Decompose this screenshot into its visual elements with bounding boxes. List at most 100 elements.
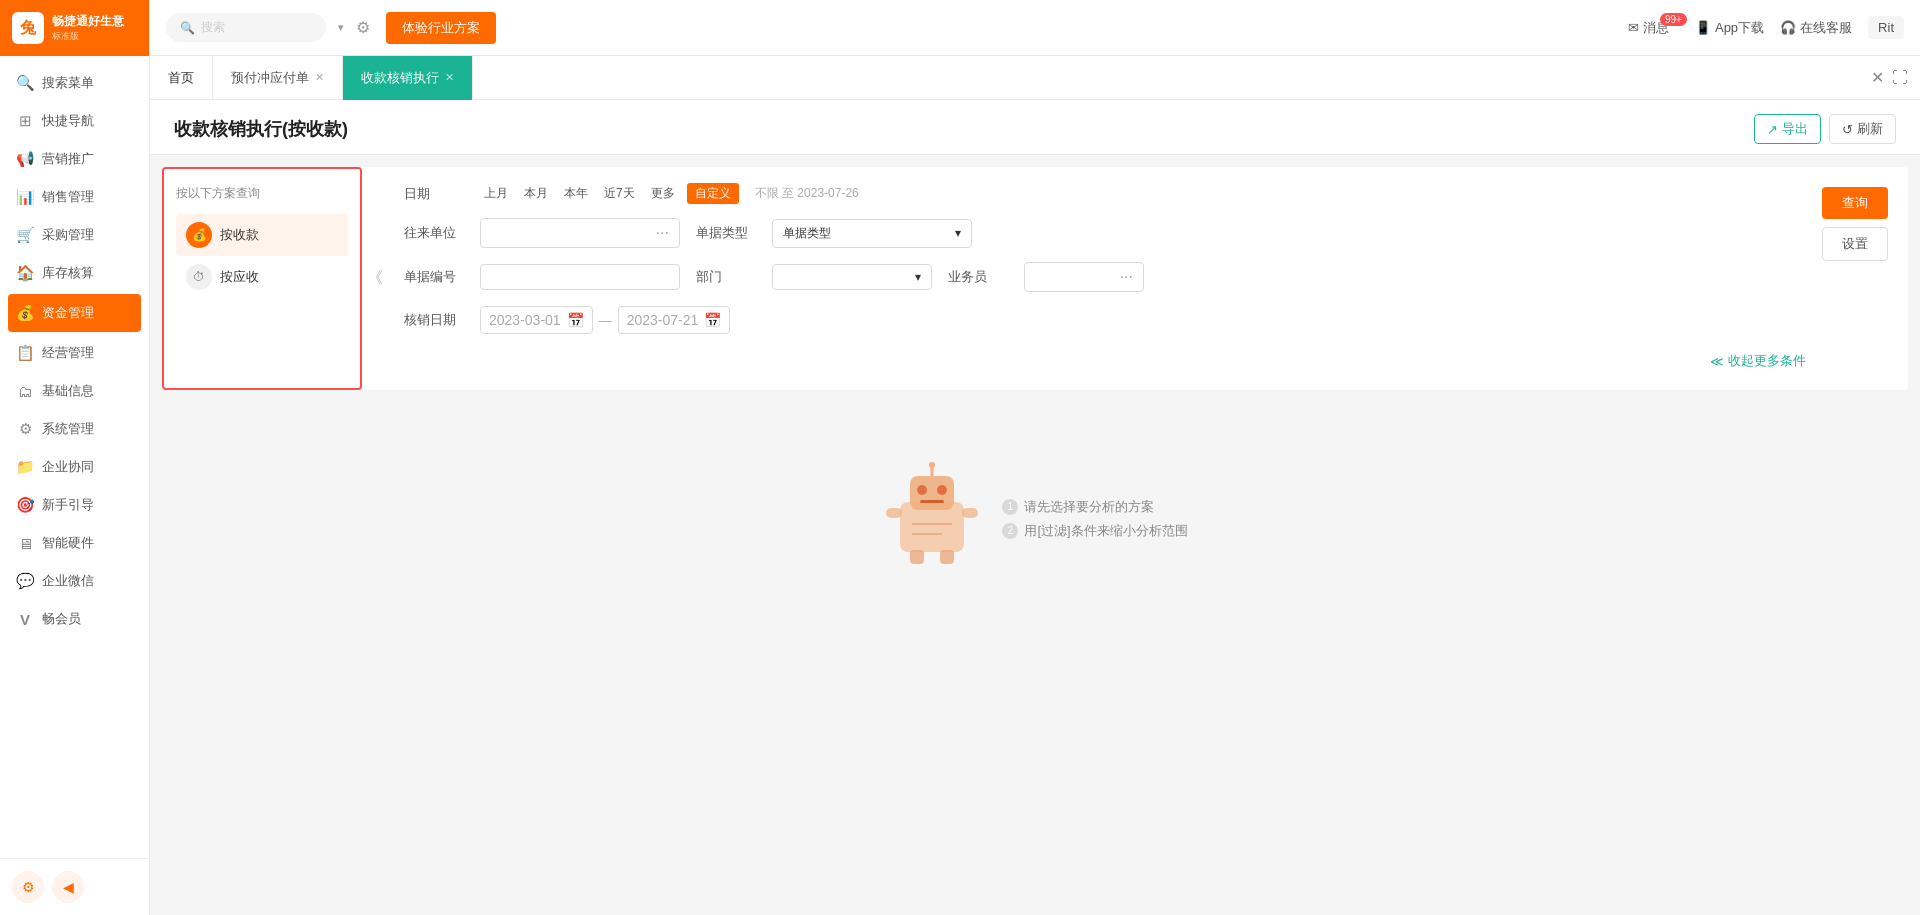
dept-select[interactable]: ▾ <box>772 264 932 290</box>
empty-tip-2: 2 用[过滤]条件来缩小分析范围 <box>1002 522 1187 540</box>
date-btn-custom[interactable]: 自定义 <box>687 183 739 204</box>
sidebar-logo: 兔 畅捷通好生意 标准版 <box>0 0 149 56</box>
sidebar-item-sales[interactable]: 📊 销售管理 <box>0 178 149 216</box>
topbar-search[interactable]: 🔍 搜索 <box>166 13 326 42</box>
empty-tips: 1 请先选择要分析的方案 2 用[过滤]条件来缩小分析范围 <box>1002 498 1187 540</box>
verify-date-range: 2023-03-01 📅 — 2023-07-21 📅 <box>480 306 730 334</box>
collapse-more-btn[interactable]: ≪ 收起更多条件 <box>404 348 1806 374</box>
svg-rect-4 <box>920 500 944 503</box>
collapse-icon: ≪ <box>1710 354 1724 369</box>
verify-date-start[interactable]: 2023-03-01 📅 <box>480 306 593 334</box>
sidebar-collapse-btn[interactable]: ◀ <box>52 871 84 903</box>
weixin-icon: 💬 <box>16 572 34 590</box>
dept-label: 部门 <box>696 268 756 286</box>
query-button[interactable]: 查询 <box>1822 187 1888 219</box>
refresh-icon: ↺ <box>1842 122 1853 137</box>
empty-tip-1: 1 请先选择要分析的方案 <box>1002 498 1187 516</box>
sidebar-item-business[interactable]: 📋 经营管理 <box>0 334 149 372</box>
tab-prepay-close[interactable]: ✕ <box>315 71 324 84</box>
sidebar-item-search[interactable]: 🔍 搜索菜单 <box>0 64 149 102</box>
verify-date-end[interactable]: 2023-07-21 📅 <box>618 306 731 334</box>
verify-date-label: 核销日期 <box>404 311 464 329</box>
filter-collapse-toggle[interactable]: 《 <box>366 167 384 390</box>
tab-maximize-icon[interactable]: ⛶ <box>1892 69 1908 87</box>
basic-icon: 🗂 <box>16 383 34 400</box>
finance-icon: 💰 <box>16 304 34 322</box>
filter-container: 按以下方案查询 💰 按收款 ⏱ 按应收 《 <box>162 167 1908 390</box>
partner-label: 往来单位 <box>404 224 464 242</box>
doctype-select[interactable]: 单据类型 ▾ <box>772 219 972 248</box>
tabbar: 首页 预付冲应付单 ✕ 收款核销执行 ✕ ✕ ⛶ <box>150 56 1920 100</box>
home-icon: ⊞ <box>16 112 34 130</box>
topbar-right: ✉ 消息 99+ 📱 App下载 🎧 在线客服 Rit <box>1628 16 1904 39</box>
docno-input[interactable] <box>480 264 680 290</box>
sidebar-item-inventory[interactable]: 🏠 库存核算 <box>0 254 149 292</box>
sidebar-item-marketing[interactable]: 📢 营销推广 <box>0 140 149 178</box>
topbar-message[interactable]: ✉ 消息 99+ <box>1628 19 1679 37</box>
sidebar-item-newbie[interactable]: 🎯 新手引导 <box>0 486 149 524</box>
page-title: 收款核销执行(按收款) <box>174 117 348 141</box>
topbar-online-service[interactable]: 🎧 在线客服 <box>1780 19 1852 37</box>
sidebar-settings-btn[interactable]: ⚙ <box>12 871 44 903</box>
sidebar-item-basic[interactable]: 🗂 基础信息 <box>0 372 149 410</box>
sidebar-item-quick[interactable]: ⊞ 快捷导航 <box>0 102 149 140</box>
app-icon: 📱 <box>1695 20 1711 35</box>
calendar-icon-end: 📅 <box>704 312 721 328</box>
page-header-actions: ↗ 导出 ↺ 刷新 <box>1754 114 1896 144</box>
tab-receipt-close[interactable]: ✕ <box>445 71 454 84</box>
by-receipt-icon: 💰 <box>186 222 212 248</box>
docno-label: 单据编号 <box>404 268 464 286</box>
calendar-icon: 📅 <box>567 312 584 328</box>
sidebar-bottom: ⚙ ◀ <box>0 858 149 915</box>
sidebar-item-weixin[interactable]: 💬 企业微信 <box>0 562 149 600</box>
filter-date-row: 日期 上月 本月 本年 近7天 更多 自定义 不限 至 2023-07-26 <box>404 183 1806 204</box>
topbar-app-download[interactable]: 📱 App下载 <box>1695 19 1764 37</box>
tab-prepay[interactable]: 预付冲应付单 ✕ <box>213 56 343 100</box>
by-receivable-icon: ⏱ <box>186 264 212 290</box>
business-icon: 📋 <box>16 344 34 362</box>
filter-docno-dept-row: 单据编号 部门 ▾ 业务员 ··· <box>404 262 1806 292</box>
dept-chevron-icon: ▾ <box>915 270 921 284</box>
date-btn-last-month[interactable]: 上月 <box>480 183 512 204</box>
sidebar-item-enterprise[interactable]: 📁 企业协同 <box>0 448 149 486</box>
date-btn-this-year[interactable]: 本年 <box>560 183 592 204</box>
topbar-gear-icon[interactable]: ⚙ <box>356 18 370 37</box>
marketing-icon: 📢 <box>16 150 34 168</box>
doctype-label: 单据类型 <box>696 224 756 242</box>
staff-ellipsis[interactable]: ··· <box>1120 268 1133 286</box>
refresh-button[interactable]: ↺ 刷新 <box>1829 114 1896 144</box>
filter-actions: 查询 设置 <box>1822 183 1888 261</box>
search-icon: 🔍 <box>180 21 195 35</box>
settings-button[interactable]: 设置 <box>1822 227 1888 261</box>
staff-label: 业务员 <box>948 268 1008 286</box>
sidebar-nav: 🔍 搜索菜单 ⊞ 快捷导航 📢 营销推广 📊 销售管理 🛒 采购管理 🏠 库存核… <box>0 56 149 858</box>
sidebar-item-system[interactable]: ⚙ 系统管理 <box>0 410 149 448</box>
topbar-user[interactable]: Rit <box>1868 16 1904 39</box>
tip-number-1: 1 <box>1002 499 1018 515</box>
message-icon: ✉ <box>1628 20 1639 35</box>
sales-icon: 📊 <box>16 188 34 206</box>
inventory-icon: 🏠 <box>16 264 34 282</box>
tab-close-window-icon[interactable]: ✕ <box>1871 68 1884 87</box>
sidebar-item-member[interactable]: V 畅会员 <box>0 600 149 638</box>
date-btn-more[interactable]: 更多 <box>647 183 679 204</box>
filter-option-by-receivable[interactable]: ⏱ 按应收 <box>176 256 348 298</box>
system-icon: ⚙ <box>16 420 34 438</box>
staff-input[interactable]: ··· <box>1024 262 1144 292</box>
svg-rect-1 <box>910 476 954 510</box>
sidebar-item-finance[interactable]: 💰 资金管理 <box>8 294 141 332</box>
filter-option-by-receipt[interactable]: 💰 按收款 <box>176 214 348 256</box>
tab-receipt[interactable]: 收款核销执行 ✕ <box>343 56 473 100</box>
partner-ellipsis[interactable]: ··· <box>656 224 669 242</box>
sidebar-item-purchase[interactable]: 🛒 采购管理 <box>0 216 149 254</box>
tab-home[interactable]: 首页 <box>150 56 213 100</box>
topbar-dropdown-arrow[interactable]: ▾ <box>338 21 344 34</box>
industry-solution-button[interactable]: 体验行业方案 <box>386 12 496 44</box>
partner-input[interactable]: ··· <box>480 218 680 248</box>
export-button[interactable]: ↗ 导出 <box>1754 114 1821 144</box>
date-btn-7days[interactable]: 近7天 <box>600 183 639 204</box>
date-separator: — <box>599 313 612 328</box>
sidebar-item-hardware[interactable]: 🖥 智能硬件 <box>0 524 149 562</box>
date-btn-this-month[interactable]: 本月 <box>520 183 552 204</box>
enterprise-icon: 📁 <box>16 458 34 476</box>
